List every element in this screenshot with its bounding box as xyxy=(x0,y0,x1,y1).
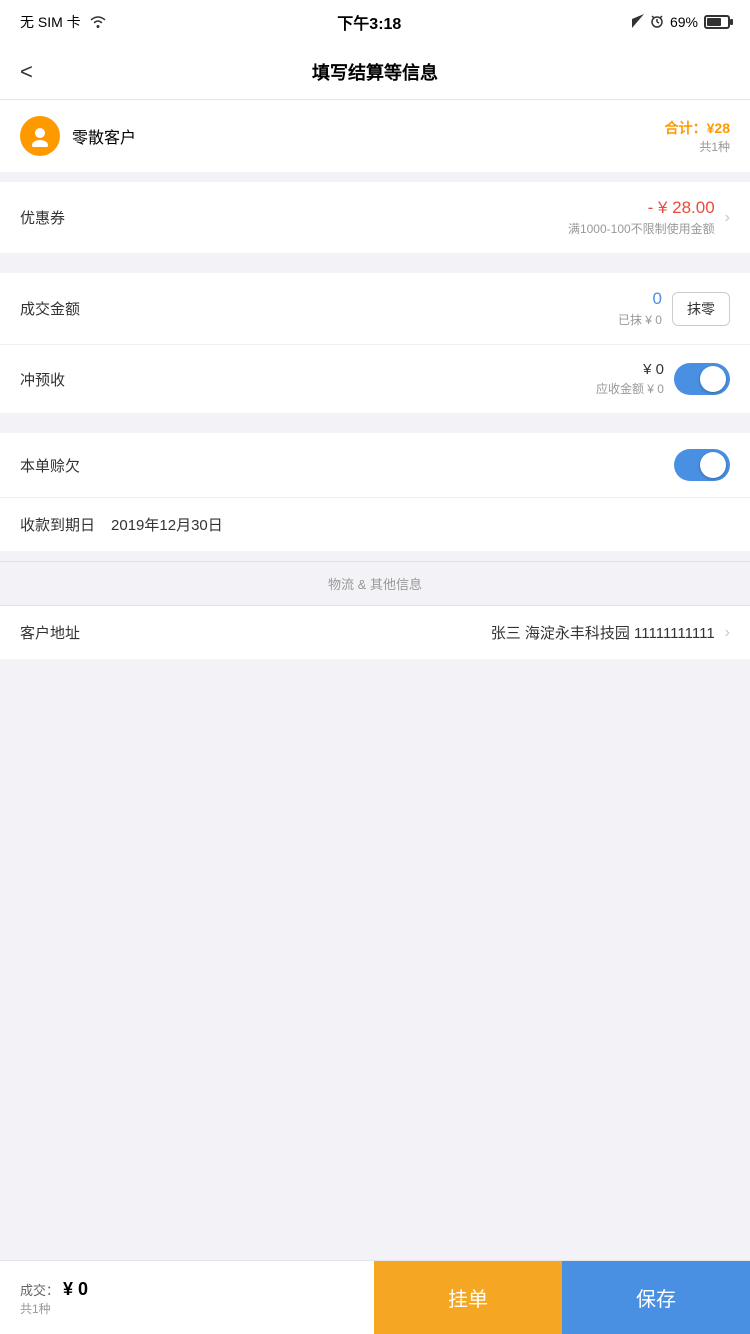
logistics-divider: 物流 & 其他信息 xyxy=(0,561,750,606)
page-title: 填写结算等信息 xyxy=(312,59,438,85)
customer-name: 零散客户 xyxy=(72,124,136,148)
total-label: 合计：¥28 xyxy=(665,118,730,138)
customer-row: 零散客户 合计：¥28 共1种 xyxy=(0,100,750,172)
customer-section: 零散客户 合计：¥28 共1种 xyxy=(0,100,750,172)
round-zero-button[interactable]: 抹零 xyxy=(672,292,730,326)
due-date-value: 2019年12月30日 xyxy=(111,514,223,535)
due-date-label: 收款到期日 xyxy=(20,514,95,535)
credit-toggle[interactable] xyxy=(674,449,730,481)
status-right: 69% xyxy=(632,14,730,31)
bottom-bar: 成交： ¥ 0 共1种 挂单 保存 xyxy=(0,1260,750,1334)
bottom-info: 成交： ¥ 0 共1种 xyxy=(0,1261,374,1334)
prepaid-row: 冲预收 ¥ 0 应收金额 ¥ 0 xyxy=(0,345,750,413)
chevron-right-icon: › xyxy=(725,209,730,227)
status-bar: 无 SIM 卡 下午3:18 69% xyxy=(0,0,750,44)
address-label: 客户地址 xyxy=(20,622,80,643)
logistics-label: 物流 & 其他信息 xyxy=(328,577,422,592)
address-section: 客户地址 张三 海淀永丰科技园 11111111111 › xyxy=(0,606,750,659)
nav-bar: < 填写结算等信息 xyxy=(0,44,750,100)
battery-percent: 69% xyxy=(670,14,698,30)
prepaid-right: ¥ 0 应收金额 ¥ 0 xyxy=(596,361,730,397)
coupon-right: - ¥ 28.00 满1000-100不限制使用金额 › xyxy=(568,198,730,237)
bottom-transaction-value: ¥ 0 xyxy=(63,1279,88,1300)
due-date-row: 收款到期日 2019年12月30日 xyxy=(0,498,750,551)
prepaid-toggle[interactable] xyxy=(674,363,730,395)
address-chevron-icon: › xyxy=(725,624,730,642)
location-icon xyxy=(632,14,644,31)
transaction-section: 成交金额 0 已抹 ¥ 0 抹零 冲预收 ¥ 0 应收金额 ¥ 0 xyxy=(0,273,750,413)
toggle-knob xyxy=(700,366,726,392)
total-count: 共1种 xyxy=(665,138,730,155)
credit-section: 本单赊欠 收款到期日 2019年12月30日 xyxy=(0,433,750,551)
transaction-value: 0 xyxy=(618,289,662,309)
credit-toggle-knob xyxy=(700,452,726,478)
coupon-value: - ¥ 28.00 xyxy=(568,198,715,218)
hang-button[interactable]: 挂单 xyxy=(374,1261,562,1334)
transaction-sub: 已抹 ¥ 0 xyxy=(618,311,662,328)
prepaid-sub: 应收金额 ¥ 0 xyxy=(596,380,664,397)
credit-label: 本单赊欠 xyxy=(20,455,80,476)
status-left: 无 SIM 卡 xyxy=(20,12,107,32)
back-button[interactable]: < xyxy=(20,59,33,85)
bottom-transaction-label: 成交： xyxy=(20,1280,59,1299)
coupon-label: 优惠券 xyxy=(20,207,65,228)
avatar xyxy=(20,116,60,156)
address-right: 张三 海淀永丰科技园 11111111111 › xyxy=(491,622,730,643)
carrier-text: 无 SIM 卡 xyxy=(20,12,81,32)
customer-right: 合计：¥28 共1种 xyxy=(665,118,730,155)
prepaid-label: 冲预收 xyxy=(20,369,65,390)
prepaid-value: ¥ 0 xyxy=(596,361,664,378)
divider-1 xyxy=(0,263,750,273)
bottom-count: 共1种 xyxy=(20,1300,354,1317)
transaction-label: 成交金额 xyxy=(20,298,80,319)
customer-left: 零散客户 xyxy=(20,116,136,156)
content: 零散客户 合计：¥28 共1种 优惠券 - ¥ 28.00 满1000-100不… xyxy=(0,100,750,749)
divider-2 xyxy=(0,423,750,433)
status-time: 下午3:18 xyxy=(337,10,401,34)
coupon-section: 优惠券 - ¥ 28.00 满1000-100不限制使用金额 › xyxy=(0,182,750,253)
battery-icon xyxy=(704,15,730,29)
coupon-sub: 满1000-100不限制使用金额 xyxy=(568,220,715,237)
alarm-icon xyxy=(650,14,664,31)
credit-row: 本单赊欠 xyxy=(0,433,750,498)
transaction-row: 成交金额 0 已抹 ¥ 0 抹零 xyxy=(0,273,750,345)
save-button[interactable]: 保存 xyxy=(562,1261,750,1334)
address-value: 张三 海淀永丰科技园 11111111111 xyxy=(491,622,715,643)
wifi-icon xyxy=(89,14,107,31)
transaction-right: 0 已抹 ¥ 0 抹零 xyxy=(618,289,730,328)
coupon-row[interactable]: 优惠券 - ¥ 28.00 满1000-100不限制使用金额 › xyxy=(0,182,750,253)
address-row[interactable]: 客户地址 张三 海淀永丰科技园 11111111111 › xyxy=(0,606,750,659)
